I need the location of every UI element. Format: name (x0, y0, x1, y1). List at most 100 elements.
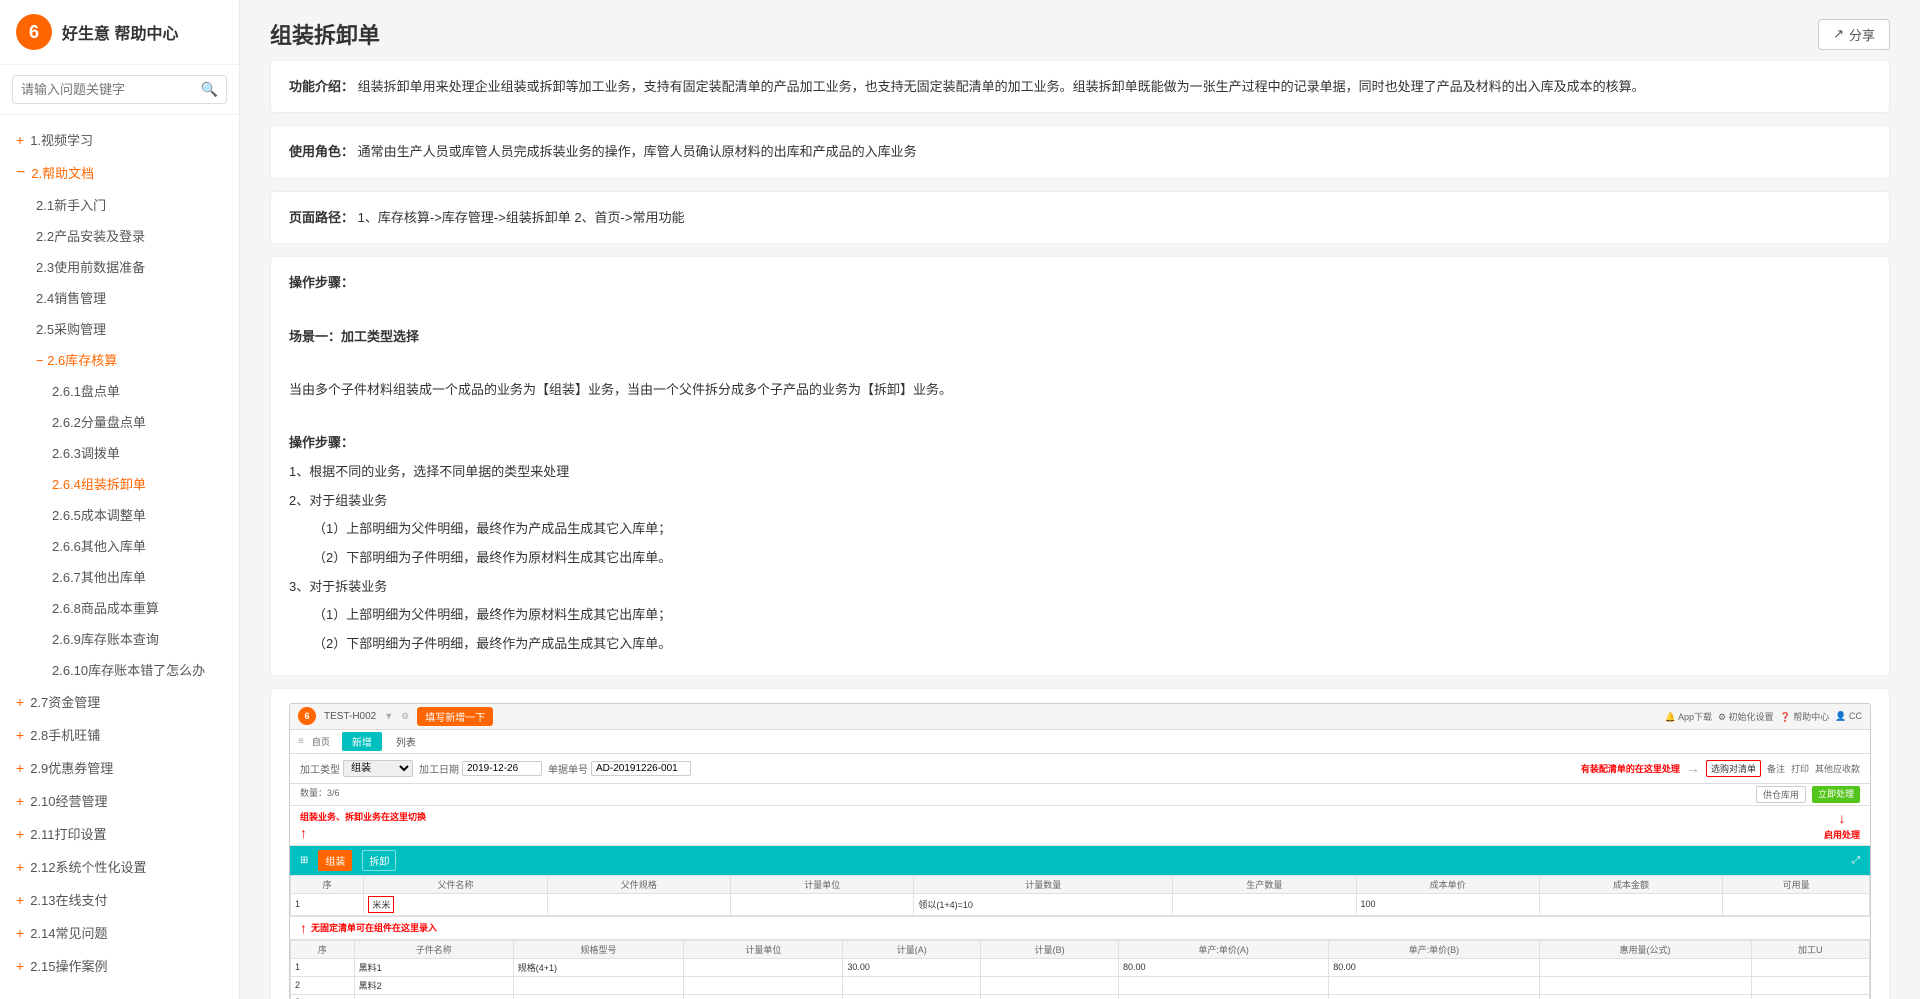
path-text: 1、库存核算->库存管理->组装拆卸单 2、首页->常用功能 (358, 210, 685, 225)
parent-name-cell: 米米 (368, 896, 394, 913)
callout-area: 组装业务、拆卸业务在这里切换 ↑ ↓ 启用处理 (290, 806, 1870, 846)
callout3-area: ↑ 无固定清单可在组件在这里录入 (290, 916, 1870, 940)
sidebar-item-help-docs[interactable]: − 2.帮助文档 (0, 156, 239, 189)
table-row: 1 米米 领以(1+4)=10 100 (291, 893, 1870, 915)
sidebar-item-payment[interactable]: + 2.13在线支付 (0, 883, 239, 916)
minus-icon: − (16, 164, 25, 182)
confirm-btn: 立即处理 (1812, 786, 1860, 803)
scene1-desc: 当由多个子件材料组装成一个成品的业务为【组装】业务，当由一个父件拆分成多个子产品… (289, 378, 1871, 403)
step2-2: （2）下部明细为子件明细，最终作为原材料生成其它出库单。 (289, 546, 1871, 571)
plus-icon: + (16, 132, 24, 148)
role-label: 使用角色： (289, 144, 354, 159)
ops-steps-label: 操作步骤： (289, 431, 1871, 456)
content-body: 功能介绍： 组装拆卸单用来处理企业组装或拆卸等加工业务，支持有固定装配清单的产品… (240, 60, 1920, 999)
sidebar-item-transfer[interactable]: 2.6.3调拨单 (0, 437, 239, 468)
no-input (591, 761, 691, 776)
screenshot-tab-list: 列表 (386, 732, 426, 751)
share-icon: ↗ (1833, 26, 1844, 42)
search-icon[interactable]: 🔍 (201, 81, 218, 98)
sidebar-item-data-prep[interactable]: 2.3使用前数据准备 (0, 251, 239, 282)
func-intro-block: 功能介绍： 组装拆卸单用来处理企业组装或拆卸等加工业务，支持有固定装配清单的产品… (270, 60, 1890, 113)
step3-1: （1）上部明细为父件明细，最终作为原材料生成其它出库单； (289, 603, 1871, 628)
sidebar-item-install[interactable]: 2.2产品安装及登录 (0, 220, 239, 251)
page-title: 组装拆卸单 (270, 18, 380, 50)
screenshot-orange-btn: 填写新增一下 (417, 707, 493, 726)
plus-icon-10: + (16, 958, 24, 974)
plus-icon-8: + (16, 892, 24, 908)
table-row: 2 黑料2 (291, 976, 1870, 994)
plus-icon-7: + (16, 859, 24, 875)
lower-table: 序 子件名称 规格型号 计量单位 计量(A) 计量(B) 单产:单价(A) 单产… (290, 940, 1870, 999)
plus-icon-5: + (16, 793, 24, 809)
upper-table: 序 父件名称 父件规格 计量单位 计量数量 生产数量 成本单价 成本金额 可用量 (290, 875, 1870, 916)
sidebar-item-personalize[interactable]: + 2.12系统个性化设置 (0, 850, 239, 883)
plus-icon-9: + (16, 925, 24, 941)
step1: 1、根据不同的业务，选择不同单据的类型来处理 (289, 460, 1871, 485)
sidebar-item-cases[interactable]: + 2.15操作案例 (0, 949, 239, 982)
logo-icon: 6 (16, 14, 52, 50)
highlight-tip-text: 有装配清单的在这里处理 (1581, 762, 1680, 775)
sidebar-item-inventory[interactable]: − 2.6库存核算 (0, 344, 239, 375)
func-intro-label: 功能介绍： (289, 79, 354, 94)
callout1-text: 组装业务、拆卸业务在这里切换 (300, 810, 426, 823)
form-fields: 加工类型 组装 加工日期 单据单号 (290, 754, 1870, 784)
sidebar-item-coupon[interactable]: + 2.9优惠券管理 (0, 751, 239, 784)
search-box: 🔍 (12, 75, 227, 104)
sidebar-item-other-in[interactable]: 2.6.6其他入库单 (0, 530, 239, 561)
disassembly-btn: 拆卸 (362, 850, 396, 871)
sidebar-item-stockcheck[interactable]: 2.6.1盘点单 (0, 375, 239, 406)
callout3-text: 无固定清单可在组件在这里录入 (311, 921, 437, 934)
search-input[interactable] (21, 82, 201, 97)
callout2-text: 启用处理 (1824, 828, 1860, 841)
step2-1: （1）上部明细为父件明细，最终作为产成品生成其它入库单； (289, 517, 1871, 542)
screenshot-tab-new: 新增 (342, 732, 382, 751)
type-select: 组装 (343, 760, 413, 777)
scene1-label: 场景一：加工类型选择 (289, 325, 1871, 350)
screenshot-container: 6 TEST-H002 ▼ ⚙ 填写新增一下 🔔 App下载 ⚙ 初始化设置 ❓… (270, 688, 1890, 999)
system-topbar: 6 TEST-H002 ▼ ⚙ 填写新增一下 🔔 App下载 ⚙ 初始化设置 ❓… (290, 704, 1870, 730)
type-switch-row: ⊞ 组装 拆卸 ⤢ (290, 846, 1870, 875)
sidebar-item-mgmt[interactable]: + 2.10经营管理 (0, 784, 239, 817)
step2: 2、对于组装业务 (289, 489, 1871, 514)
sidebar-item-other-out[interactable]: 2.6.7其他出库单 (0, 561, 239, 592)
field-type: 加工类型 组装 (300, 760, 413, 777)
expand-icon: ⤢ (1852, 855, 1860, 866)
step3: 3、对于拆装业务 (289, 575, 1871, 600)
upper-table-area: 序 父件名称 父件规格 计量单位 计量数量 生产数量 成本单价 成本金额 可用量 (290, 875, 1870, 916)
field-date: 加工日期 (419, 761, 542, 776)
sidebar-item-cost-adj[interactable]: 2.6.5成本调整单 (0, 499, 239, 530)
sidebar-item-purchase[interactable]: 2.5采购管理 (0, 313, 239, 344)
minus-icon-small: − (36, 353, 44, 368)
sidebar-item-cost-recalc[interactable]: 2.6.8商品成本重算 (0, 592, 239, 623)
plus-icon-3: + (16, 727, 24, 743)
sidebar-item-stock-query[interactable]: 2.6.9库存账本查询 (0, 623, 239, 654)
share-button[interactable]: ↗ 分享 (1818, 19, 1890, 50)
role-block: 使用角色： 通常由生产人员或库管人员完成拆装业务的操作，库管人员确认原材料的出库… (270, 125, 1890, 178)
search-area: 🔍 (0, 65, 239, 115)
sidebar-item-finance[interactable]: + 2.7资金管理 (0, 685, 239, 718)
screenshot-nav: ≡ 自页 新增 列表 (290, 730, 1870, 754)
plus-icon-6: + (16, 826, 24, 842)
sidebar-item-beginner[interactable]: 2.1新手入门 (0, 189, 239, 220)
main-content: 组装拆卸单 ↗ 分享 功能介绍： 组装拆卸单用来处理企业组装或拆卸等加工业务，支… (240, 0, 1920, 999)
role-text: 通常由生产人员或库管人员完成拆装业务的操作，库管人员确认原材料的出库和产成品的入… (358, 144, 917, 159)
table-row: 3 (291, 994, 1870, 999)
path-label: 页面路径： (289, 210, 354, 225)
field-no: 单据单号 (548, 761, 691, 776)
sidebar-item-mobile[interactable]: + 2.8手机旺铺 (0, 718, 239, 751)
sidebar-item-partial-stock[interactable]: 2.6.2分量盘点单 (0, 406, 239, 437)
sidebar-item-sales[interactable]: 2.4销售管理 (0, 282, 239, 313)
date-input (462, 761, 542, 776)
ops-label: 操作步骤： (289, 271, 1871, 296)
plus-icon-2: + (16, 694, 24, 710)
nav-tree: + 1.视频学习 − 2.帮助文档 2.1新手入门 2.2产品安装及登录 2.3… (0, 115, 239, 999)
func-intro-text: 组装拆卸单用来处理企业组装或拆卸等加工业务，支持有固定装配清单的产品加工业务，也… (358, 79, 1645, 94)
sidebar-item-stock-error[interactable]: 2.6.10库存账本错了怎么办 (0, 654, 239, 685)
sidebar-item-faq[interactable]: + 2.14常见问题 (0, 916, 239, 949)
sidebar-item-video[interactable]: + 1.视频学习 (0, 123, 239, 156)
plus-icon-4: + (16, 760, 24, 776)
sidebar-item-print[interactable]: + 2.11打印设置 (0, 817, 239, 850)
sidebar-item-assembly[interactable]: 2.6.4组装拆卸单 (0, 468, 239, 499)
path-block: 页面路径： 1、库存核算->库存管理->组装拆卸单 2、首页->常用功能 (270, 191, 1890, 244)
logo-area: 6 好生意 帮助中心 (0, 0, 239, 65)
